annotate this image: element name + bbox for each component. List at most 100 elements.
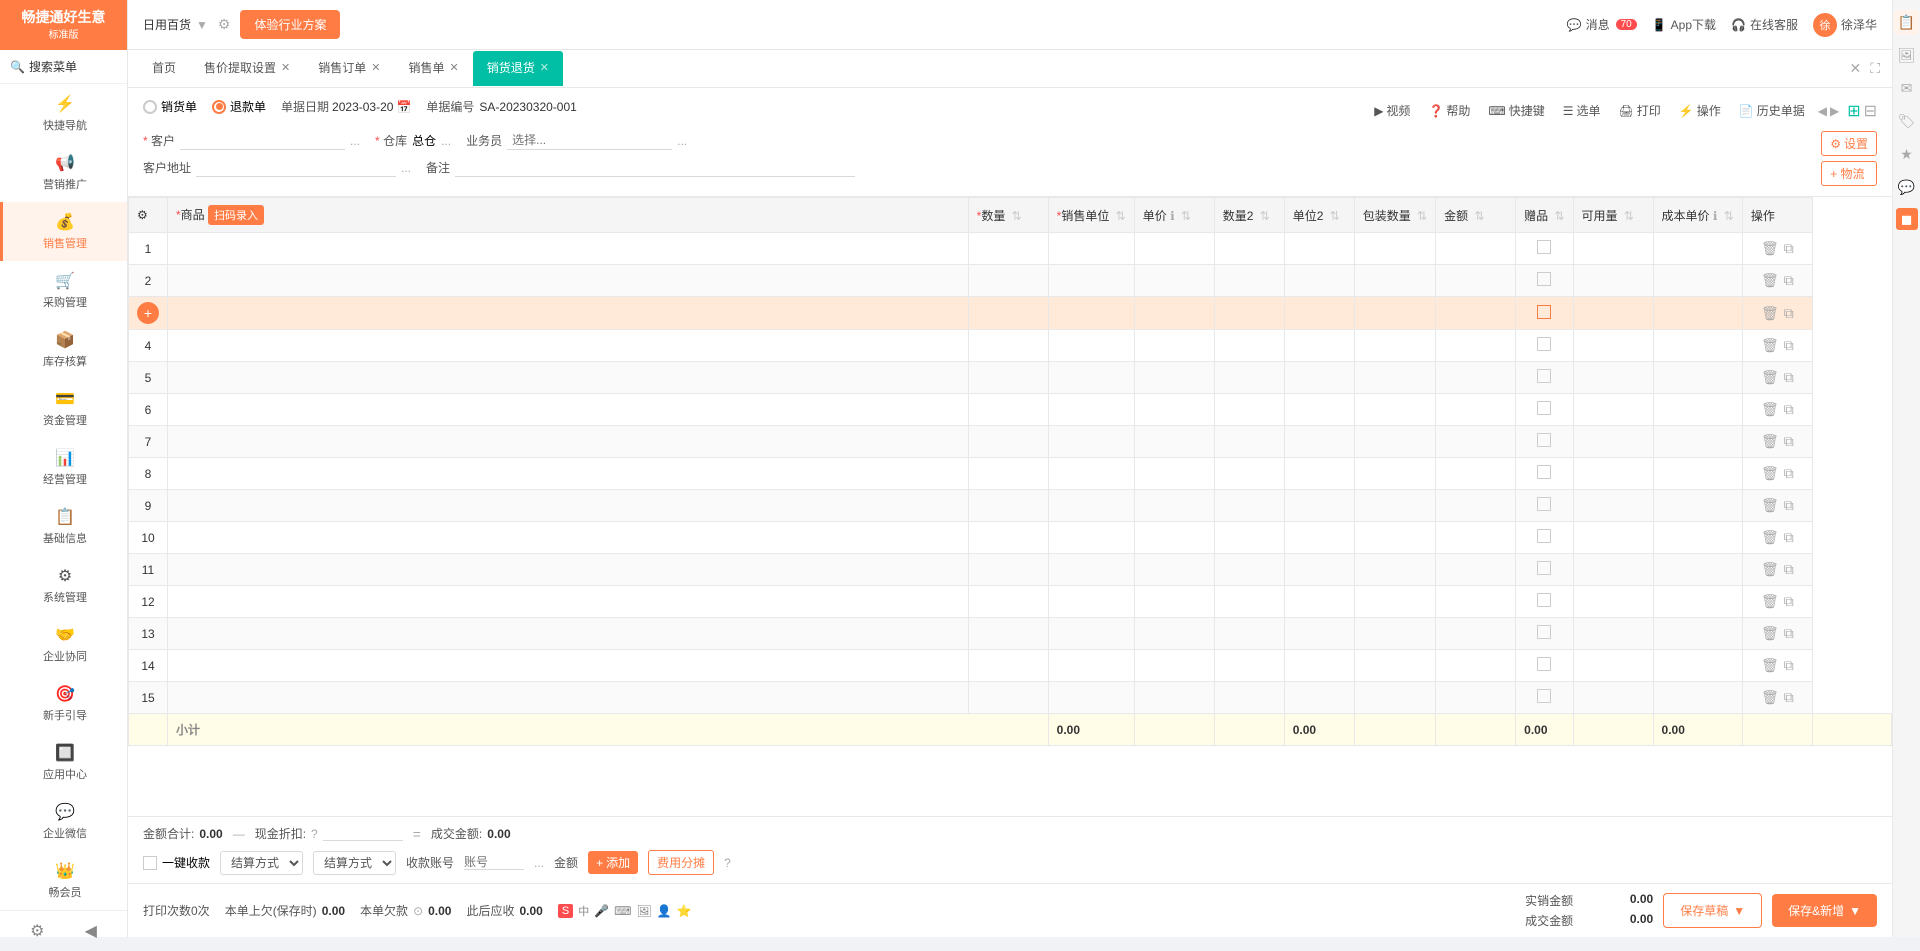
cell-gift[interactable] — [1516, 682, 1573, 714]
sidebar-item-wechat[interactable]: 💬 企业微信 — [0, 792, 127, 851]
cell-cost-price[interactable] — [1653, 362, 1742, 394]
tab-close-icon[interactable]: ✕ — [371, 61, 380, 74]
cell-unit[interactable] — [1048, 682, 1134, 714]
cell-pack-qty[interactable] — [1354, 394, 1435, 426]
cell-product[interactable] — [168, 490, 969, 522]
add-row-button[interactable]: + — [137, 302, 159, 324]
gift-checkbox[interactable] — [1537, 625, 1551, 639]
cell-unit[interactable] — [1048, 233, 1134, 265]
gift-checkbox[interactable] — [1537, 305, 1551, 319]
cell-qty2[interactable] — [1214, 297, 1284, 330]
settings-bottom-icon[interactable]: ⚙ — [30, 921, 44, 941]
cell-qty[interactable] — [968, 265, 1048, 297]
toolbar-operate-btn[interactable]: ⚡ 操作 — [1674, 100, 1726, 121]
delete-icon[interactable]: 🗑 — [1761, 465, 1779, 482]
cell-available[interactable] — [1573, 458, 1653, 490]
cell-unit2[interactable] — [1284, 490, 1354, 522]
cell-qty2[interactable] — [1214, 618, 1284, 650]
delete-icon[interactable]: 🗑 — [1761, 305, 1779, 322]
cell-gift[interactable] — [1516, 233, 1573, 265]
cell-price[interactable] — [1134, 458, 1214, 490]
warehouse-dots[interactable]: ... — [441, 134, 451, 148]
sidebar-item-marketing[interactable]: 📢 营销推广 — [0, 143, 127, 202]
cell-qty2[interactable] — [1214, 554, 1284, 586]
cell-available[interactable] — [1573, 586, 1653, 618]
copy-icon[interactable]: ⧉ — [1784, 401, 1794, 418]
gift-checkbox[interactable] — [1537, 593, 1551, 607]
add-logistics-button[interactable]: + 物流 — [1821, 161, 1877, 186]
cell-available[interactable] — [1573, 265, 1653, 297]
cell-amount[interactable] — [1436, 426, 1516, 458]
cell-amount[interactable] — [1436, 265, 1516, 297]
search-menu-item[interactable]: 🔍 搜索菜单 — [0, 50, 127, 84]
salesperson-dots[interactable]: ... — [677, 134, 687, 148]
cell-qty[interactable] — [968, 458, 1048, 490]
gift-checkbox[interactable] — [1537, 240, 1551, 254]
cell-qty2[interactable] — [1214, 362, 1284, 394]
cell-qty2[interactable] — [1214, 458, 1284, 490]
calendar-icon[interactable]: 📅 — [396, 100, 411, 114]
cell-qty2[interactable] — [1214, 522, 1284, 554]
cell-available[interactable] — [1573, 618, 1653, 650]
settings-button[interactable]: ⚙ 设置 — [1821, 131, 1877, 156]
expand-tab-btn[interactable]: ⛶ — [1868, 58, 1882, 79]
cell-amount[interactable] — [1436, 362, 1516, 394]
cell-unit2[interactable] — [1284, 265, 1354, 297]
delete-icon[interactable]: 🗑 — [1761, 272, 1779, 289]
panel-orange-block[interactable]: ◼ — [1896, 208, 1918, 230]
product-input[interactable] — [176, 306, 960, 320]
cell-gift[interactable] — [1516, 490, 1573, 522]
cell-unit2[interactable] — [1284, 297, 1354, 330]
gift-checkbox[interactable] — [1537, 529, 1551, 543]
cell-product[interactable] — [168, 330, 969, 362]
cell-price[interactable] — [1134, 682, 1214, 714]
cell-available[interactable] — [1573, 297, 1653, 330]
cell-amount[interactable] — [1436, 586, 1516, 618]
panel-doc-icon[interactable]: 📋 — [1894, 10, 1919, 35]
cell-amount[interactable] — [1436, 394, 1516, 426]
expense-btn[interactable]: 费用分摊 — [648, 850, 714, 875]
address-input[interactable] — [196, 158, 396, 177]
gift-checkbox[interactable] — [1537, 465, 1551, 479]
copy-icon[interactable]: ⧉ — [1784, 497, 1794, 514]
cell-product[interactable] — [168, 682, 969, 714]
online-service-item[interactable]: 🎧 在线客服 — [1731, 16, 1798, 33]
cell-product[interactable] — [168, 265, 969, 297]
grid-view-icon[interactable]: ⊟ — [1864, 101, 1877, 121]
cell-gift[interactable] — [1516, 650, 1573, 682]
collapse-icon[interactable]: ◀ — [85, 921, 97, 941]
sidebar-item-newbie[interactable]: 🎯 新手引导 — [0, 674, 127, 733]
save-draft-button[interactable]: 保存草稿 ▼ — [1663, 893, 1762, 928]
cell-product[interactable] — [168, 394, 969, 426]
question-icon[interactable]: ? — [311, 827, 318, 841]
gift-checkbox[interactable] — [1537, 497, 1551, 511]
copy-icon[interactable]: ⧉ — [1784, 465, 1794, 482]
tab-home[interactable]: 首页 — [138, 51, 190, 86]
cash-discount-input[interactable] — [323, 826, 403, 841]
cell-pack-qty[interactable] — [1354, 490, 1435, 522]
cell-price[interactable] — [1134, 330, 1214, 362]
delete-icon[interactable]: 🗑 — [1761, 369, 1779, 386]
copy-icon[interactable]: ⧉ — [1784, 593, 1794, 610]
cell-product[interactable] — [168, 362, 969, 394]
cell-unit2[interactable] — [1284, 458, 1354, 490]
cell-price[interactable] — [1134, 490, 1214, 522]
cell-qty2[interactable] — [1214, 490, 1284, 522]
sidebar-item-purchase[interactable]: 🛒 采购管理 — [0, 261, 127, 320]
cell-pack-qty[interactable] — [1354, 458, 1435, 490]
cell-unit[interactable] — [1048, 586, 1134, 618]
cell-product[interactable] — [168, 650, 969, 682]
cell-qty2[interactable] — [1214, 426, 1284, 458]
cell-gift[interactable] — [1516, 554, 1573, 586]
cell-price[interactable] — [1134, 265, 1214, 297]
cell-qty[interactable] — [968, 522, 1048, 554]
copy-icon[interactable]: ⧉ — [1784, 689, 1794, 706]
expense-question-icon[interactable]: ? — [724, 856, 731, 870]
cell-available[interactable] — [1573, 362, 1653, 394]
cell-unit[interactable] — [1048, 426, 1134, 458]
cell-unit[interactable] — [1048, 297, 1134, 330]
cell-price[interactable] — [1134, 650, 1214, 682]
delete-icon[interactable]: 🗑 — [1761, 689, 1779, 706]
topbar-gear-icon[interactable]: ⚙ — [218, 16, 231, 33]
cell-unit2[interactable] — [1284, 394, 1354, 426]
